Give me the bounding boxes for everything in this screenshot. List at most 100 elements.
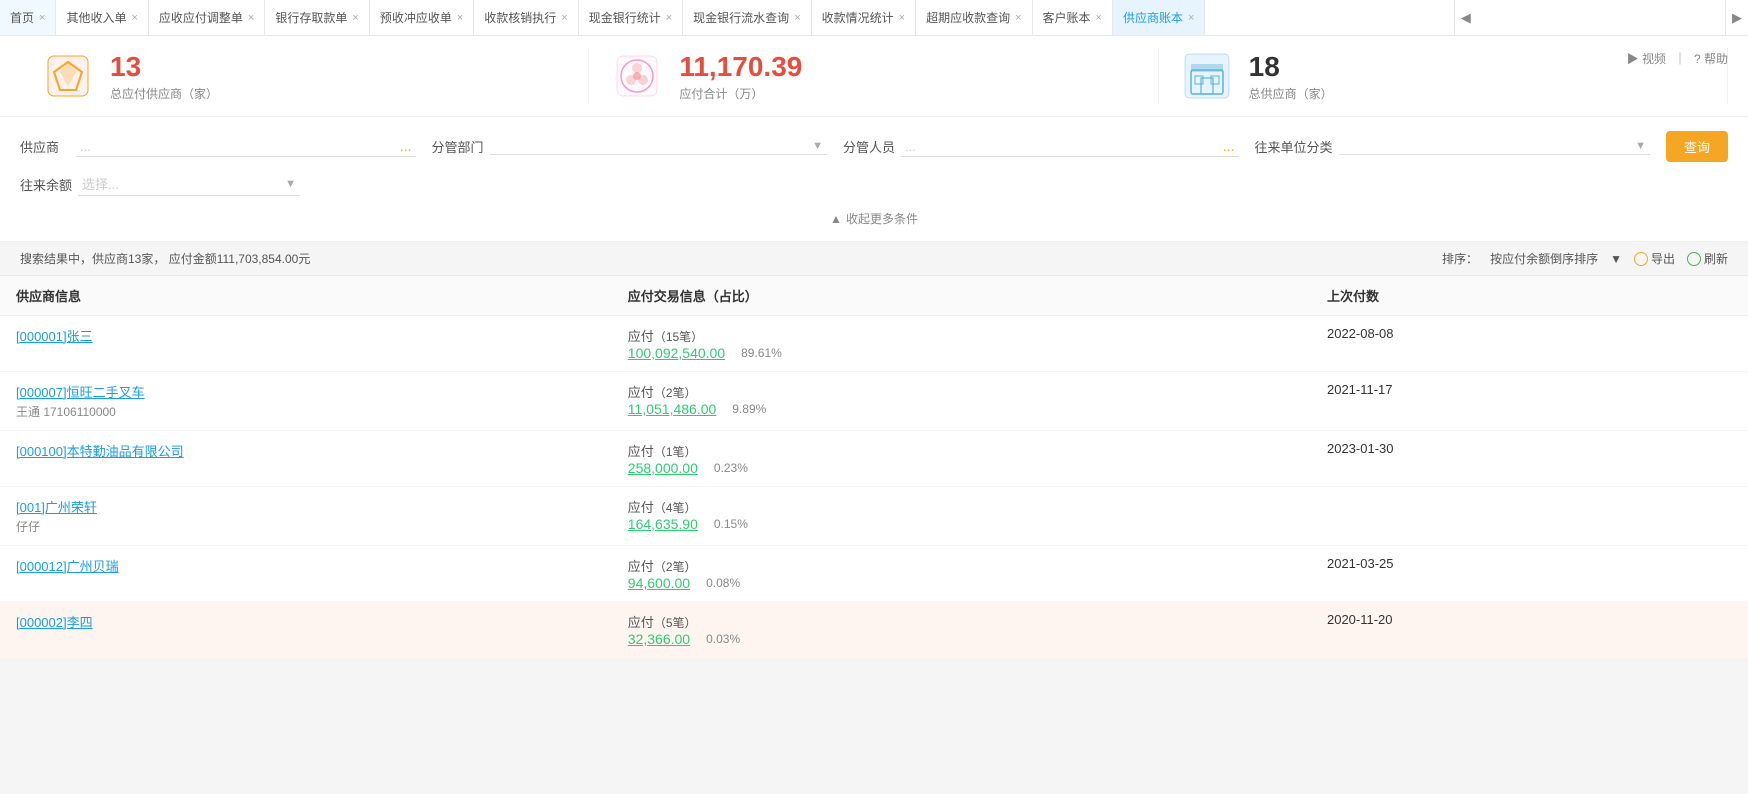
supplier-link-3[interactable]: [001]广州荣轩 (16, 500, 97, 515)
stat-payable-info: 13 总应付供应商（家） (110, 50, 218, 103)
nav-next-arrow[interactable]: ▶ (1725, 0, 1748, 36)
person-dots-btn[interactable]: ... (1223, 138, 1235, 154)
nav-tab-other-income[interactable]: 其他收入单 × (56, 0, 148, 36)
tx-cell-3: 应付（4笔）164,635.90 0.15% (612, 487, 1311, 546)
close-tab-8[interactable]: × (899, 12, 905, 24)
close-tab-2[interactable]: × (248, 12, 254, 24)
amount-4[interactable]: 94,600.00 (628, 575, 690, 591)
shop-icon (1179, 48, 1235, 104)
dept-dropdown[interactable]: ▼ (490, 138, 827, 155)
video-link[interactable]: ▶ 视频 (1627, 50, 1666, 67)
supplier-sub-1: 王通 17106110000 (16, 403, 596, 420)
balance-dropdown[interactable]: 选择... ▼ (78, 172, 300, 196)
nav-tab-adjust[interactable]: 应收应付调整单 × (149, 0, 265, 36)
close-tab-home[interactable]: × (39, 12, 45, 24)
refresh-label: 刷新 (1704, 250, 1728, 267)
balance-dropdown-arrow-icon: ▼ (285, 178, 296, 190)
last-payment-2: 2023-01-30 (1311, 431, 1748, 487)
supplier-link-0[interactable]: [000001]张三 (16, 329, 93, 344)
supplier-cell-5: [000002]李四 (0, 602, 612, 658)
data-table-container: 供应商信息 应付交易信息（占比） 上次付数 [000001]张三应付（15笔）1… (0, 276, 1748, 658)
tx-label-3: 应付（4笔） (628, 497, 1295, 516)
tx-amount-row-0: 100,092,540.0089.61% (628, 345, 1295, 361)
supplier-link-5[interactable]: [000002]李四 (16, 615, 93, 630)
filter-person: 分管人员 ... (843, 136, 1239, 157)
supplier-cell-4: [000012]广州贝瑞 (0, 546, 612, 602)
balance-dropdown-text: 选择... (82, 174, 285, 193)
nav-tab-collect[interactable]: 收款核销执行 × (474, 0, 578, 36)
percent-5: 0.03% (706, 632, 740, 646)
filter-dept: 分管部门 ▼ (432, 137, 828, 156)
supplier-input[interactable] (80, 139, 400, 154)
amount-5[interactable]: 32,366.00 (628, 631, 690, 647)
person-input[interactable] (905, 139, 1223, 154)
supplier-sub-3: 仔仔 (16, 518, 596, 535)
category-dropdown-arrow-icon: ▼ (1635, 140, 1646, 152)
close-tab-11[interactable]: × (1188, 12, 1194, 24)
stat-total-payable: 11,170.39 应付合计（万） (589, 48, 1158, 104)
help-link[interactable]: ? 帮助 (1694, 50, 1728, 67)
filter-supplier: 供应商 ... (20, 136, 416, 157)
nav-tab-prepay[interactable]: 预收冲应收单 × (370, 0, 474, 36)
stat-payable-label: 总应付供应商（家） (110, 85, 218, 102)
close-tab-10[interactable]: × (1096, 12, 1102, 24)
nav-tab-supplier-ledger[interactable]: 供应商账本 × (1113, 0, 1205, 36)
stat-total-suppliers-label: 总供应商（家） (1249, 85, 1333, 102)
stats-bar: 13 总应付供应商（家） 11,170.39 应付合计（万） (0, 36, 1748, 117)
table-header-row: 供应商信息 应付交易信息（占比） 上次付数 (0, 276, 1748, 316)
amount-0[interactable]: 100,092,540.00 (628, 345, 725, 361)
last-payment-3 (1311, 487, 1748, 546)
top-right-links: ▶ 视频 ｜ ? 帮助 (1627, 50, 1728, 67)
nav-tab-bank[interactable]: 银行存取款单 × (265, 0, 369, 36)
stat-total-suppliers-info: 18 总供应商（家） (1249, 50, 1333, 103)
close-tab-9[interactable]: × (1015, 12, 1021, 24)
category-dropdown[interactable]: ▼ (1339, 138, 1650, 155)
tx-cell-5: 应付（5笔）32,366.000.03% (612, 602, 1311, 658)
amount-3[interactable]: 164,635.90 (628, 516, 698, 532)
amount-1[interactable]: 11,051,486.00 (628, 401, 717, 417)
percent-4: 0.08% (706, 576, 740, 590)
close-tab-6[interactable]: × (666, 12, 672, 24)
table-row: [000001]张三应付（15笔）100,092,540.0089.61%202… (0, 316, 1748, 372)
close-tab-4[interactable]: × (457, 12, 463, 24)
query-button[interactable]: 查询 (1666, 131, 1728, 162)
percent-3: 0.15% (714, 517, 748, 531)
dept-dropdown-arrow-icon: ▼ (812, 140, 823, 152)
supplier-cell-0: [000001]张三 (0, 316, 612, 372)
percent-2: 0.23% (714, 461, 748, 475)
nav-prev-arrow[interactable]: ◀ (1454, 0, 1477, 36)
table-row: [001]广州荣轩仔仔 应付（4笔）164,635.90 0.15% (0, 487, 1748, 546)
nav-tab-cash-stats[interactable]: 现金银行统计 × (579, 0, 683, 36)
result-summary: 搜索结果中，供应商13家， 应付金额111,703,854.00元 (20, 250, 310, 267)
amount-2[interactable]: 258,000.00 (628, 460, 698, 476)
supplier-link-1[interactable]: [000007]恒旺二手叉车 (16, 385, 145, 400)
nav-tab-cash-flow[interactable]: 现金银行流水查询 × (683, 0, 811, 36)
supplier-link-2[interactable]: [000100]本特勤油品有限公司 (16, 444, 184, 459)
last-payment-4: 2021-03-25 (1311, 546, 1748, 602)
collapse-button[interactable]: ▲ 收起更多条件 (820, 206, 928, 231)
tx-cell-2: 应付（1笔）258,000.000.23% (612, 431, 1311, 487)
supplier-dots-btn[interactable]: ... (400, 138, 412, 154)
export-label: 导出 (1651, 250, 1675, 267)
last-payment-5: 2020-11-20 (1311, 602, 1748, 658)
nav-tab-customer-ledger[interactable]: 客户账本 × (1033, 0, 1113, 36)
close-tab-7[interactable]: × (794, 12, 800, 24)
close-tab-1[interactable]: × (131, 12, 137, 24)
filter-area: 供应商 ... 分管部门 ▼ 分管人员 ... 往来单位分类 (0, 117, 1748, 242)
sort-value[interactable]: 按应付余额倒序排序 (1490, 250, 1598, 267)
table-row: [000007]恒旺二手叉车王通 17106110000 应付（2笔）11,051… (0, 372, 1748, 431)
supplier-link-4[interactable]: [000012]广州贝瑞 (16, 559, 119, 574)
filter-category: 往来单位分类 ▼ (1255, 137, 1651, 156)
tx-cell-1: 应付（2笔）11,051,486.009.89% (612, 372, 1311, 431)
refresh-button[interactable]: 刷新 (1687, 250, 1728, 267)
table-row: [000002]李四应付（5笔）32,366.000.03%2020-11-20 (0, 602, 1748, 658)
last-payment-1: 2021-11-17 (1311, 372, 1748, 431)
close-tab-3[interactable]: × (352, 12, 358, 24)
nav-tab-home[interactable]: 首页 × (0, 0, 56, 36)
result-bar: 搜索结果中，供应商13家， 应付金额111,703,854.00元 排序： 按应… (0, 242, 1748, 276)
nav-tab-collect-stats[interactable]: 收款情况统计 × (812, 0, 916, 36)
close-tab-5[interactable]: × (561, 12, 567, 24)
sort-dropdown-arrow-icon: ▼ (1610, 252, 1622, 266)
export-button[interactable]: 导出 (1634, 250, 1675, 267)
nav-tab-overdue[interactable]: 超期应收款查询 × (916, 0, 1032, 36)
